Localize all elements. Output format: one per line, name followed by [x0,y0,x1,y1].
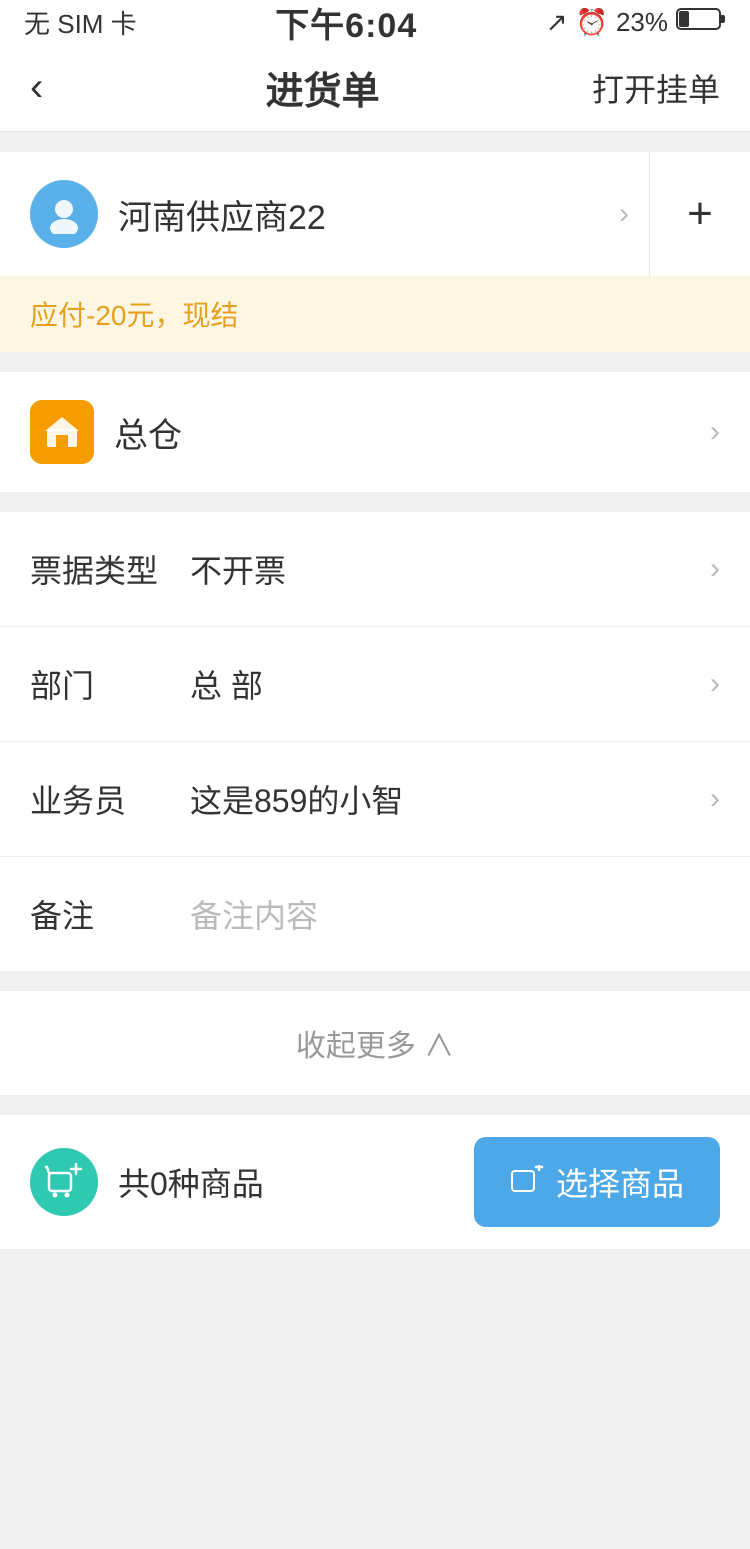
warehouse-name: 总仓 [114,408,690,457]
warehouse-icon [30,400,94,464]
battery-percent: 23% [616,7,668,38]
chevron-right-icon: › [619,197,629,231]
form-section: 票据类型 不开票 › 部门 总 部 › 业务员 这是859的小智 › 备注 备注… [0,512,750,971]
collapse-button[interactable]: 收起更多 ∧ [0,991,750,1095]
department-label: 部门 [30,661,170,707]
remark-row[interactable]: 备注 备注内容 [0,857,750,971]
page-title: 进货单 [266,60,380,115]
back-button[interactable]: ‹ [20,55,53,120]
status-left: 无 SIM 卡 [24,4,147,41]
collapse-label: 收起更多 ∧ [296,1021,454,1065]
battery-icon [676,6,726,39]
invoice-type-row[interactable]: 票据类型 不开票 › [0,512,750,627]
add-supplier-button[interactable]: + [650,152,750,276]
alarm-icon: ⏰ [576,7,608,38]
carrier-label: 无 SIM 卡 [24,4,137,41]
status-bar: 无 SIM 卡 下午6:04 ↗ ⏰ 23% [0,0,750,44]
supplier-section: 河南供应商22 › + [0,152,750,276]
select-product-button[interactable]: 选择商品 [474,1137,720,1227]
salesperson-row[interactable]: 业务员 这是859的小智 › [0,742,750,857]
location-icon: ↗ [546,7,568,38]
remark-input[interactable]: 备注内容 [170,891,720,937]
invoice-type-chevron: › [710,552,720,586]
salesperson-value: 这是859的小智 [170,776,710,822]
salesperson-chevron: › [710,782,720,816]
nav-bar: ‹ 进货单 打开挂单 [0,44,750,132]
salesperson-label: 业务员 [30,776,170,822]
invoice-type-label: 票据类型 [30,546,170,592]
main-content-area [0,1249,750,1549]
product-count-label: 共0种商品 [118,1159,454,1205]
info-banner: 应付-20元，现结 [0,276,750,352]
department-chevron: › [710,667,720,701]
invoice-type-value: 不开票 [170,546,710,592]
bottom-bar: 共0种商品 选择商品 [0,1115,750,1249]
section-gap-1 [0,132,750,152]
status-right: ↗ ⏰ 23% [546,6,726,39]
supplier-name: 河南供应商22 [118,190,599,239]
supplier-selector[interactable]: 河南供应商22 › [0,152,650,276]
department-value: 总 部 [170,661,710,707]
remark-label: 备注 [30,891,170,937]
warehouse-section[interactable]: 总仓 › [0,372,750,492]
open-pending-button[interactable]: 打开挂单 [592,65,720,111]
supplier-avatar [30,180,98,248]
status-time: 下午6:04 [275,0,417,47]
cart-icon [30,1148,98,1216]
info-text: 应付-20元，现结 [30,300,238,331]
warehouse-chevron-icon: › [710,415,720,449]
department-row[interactable]: 部门 总 部 › [0,627,750,742]
select-product-label: 选择商品 [556,1159,684,1205]
